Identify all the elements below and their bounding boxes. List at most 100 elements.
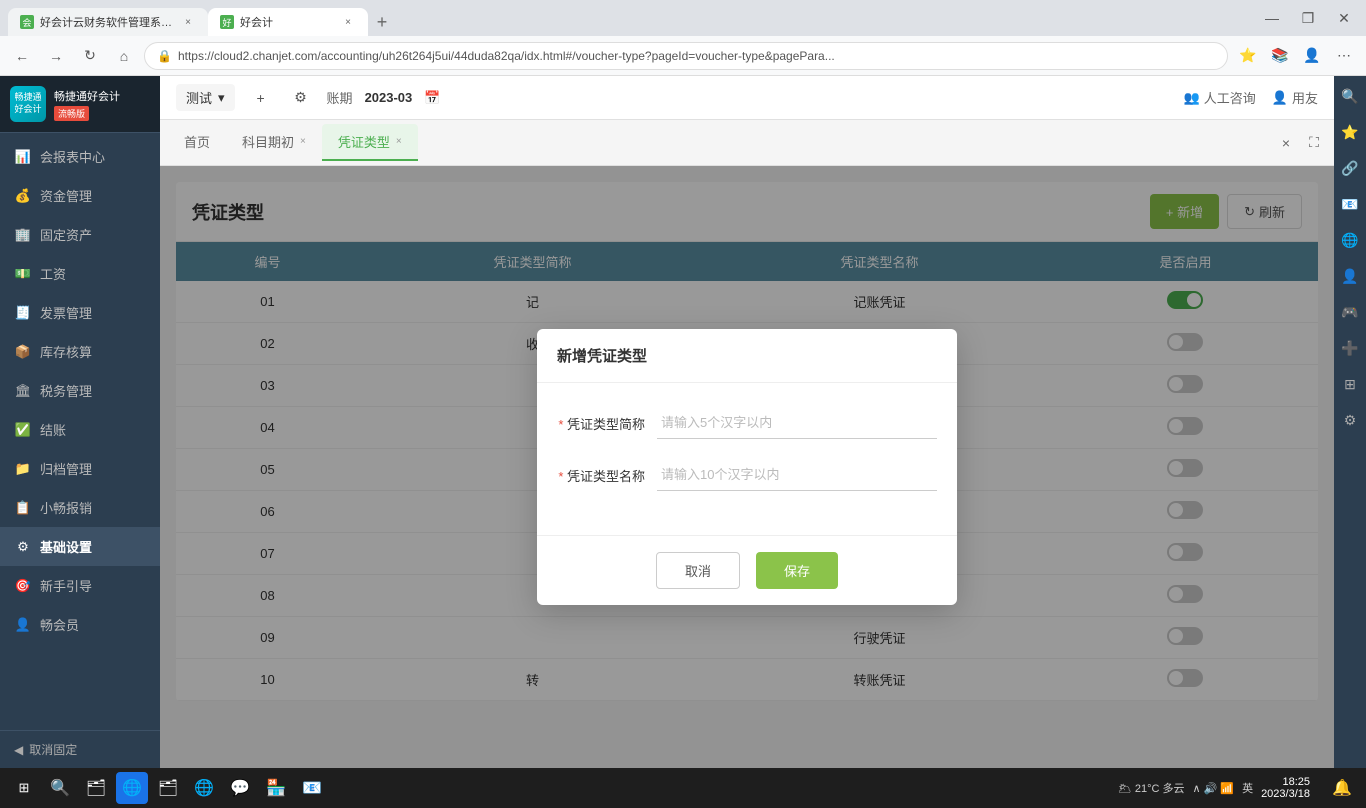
salary-icon: 💵 — [14, 265, 32, 283]
sidebar-item-report[interactable]: 📋 小畅报销 — [0, 488, 160, 527]
tab-close-1[interactable]: × — [180, 14, 196, 30]
taskbar-multitask[interactable]: 🗂 — [80, 772, 112, 804]
header-settings-icon[interactable]: ⚙ — [287, 84, 315, 112]
right-add-icon[interactable]: ➕ — [1338, 336, 1362, 360]
browser-tab-1[interactable]: 会 好会计云财务软件管理系统_会计 × — [8, 8, 208, 36]
tab-voucher-type[interactable]: 凭证类型 × — [322, 124, 418, 161]
bookmark-icon[interactable]: 📚 — [1266, 42, 1294, 70]
tab-close-2[interactable]: × — [340, 14, 356, 30]
new-tab-button[interactable]: + — [368, 8, 396, 36]
taskbar-notifications[interactable]: 🔔 — [1326, 772, 1358, 804]
close-button[interactable]: ✕ — [1330, 4, 1358, 32]
sidebar-item-guide[interactable]: 🎯 新手引导 — [0, 566, 160, 605]
dropdown-icon: ▾ — [218, 90, 225, 106]
name-label: 凭证类型名称 — [557, 466, 657, 485]
forward-button[interactable]: → — [42, 42, 70, 70]
extensions-icon[interactable]: ⭐ — [1234, 42, 1262, 70]
sidebar: 畅捷通好会计 畅捷通好会计 流畅版 📊 会报表中心 💰 资金管理 🏢 固定资产 … — [0, 76, 160, 768]
inventory-icon: 📦 — [14, 343, 32, 361]
right-browser-icon[interactable]: 🌐 — [1338, 228, 1362, 252]
right-panel: 🔍 ⭐ 🔗 📧 🌐 👤 🎮 ➕ ⊞ ⚙ — [1334, 76, 1366, 768]
taskbar-clock[interactable]: 18:25 2023/3/18 — [1261, 776, 1318, 800]
minimize-button[interactable]: — — [1258, 4, 1286, 32]
user-button[interactable]: 👤 用友 — [1272, 88, 1318, 107]
maximize-button[interactable]: ❐ — [1294, 4, 1322, 32]
add-company-button[interactable]: + — [247, 84, 275, 112]
tab-favicon-2: 好 — [220, 15, 234, 29]
right-search-icon[interactable]: 🔍 — [1338, 84, 1362, 108]
checkout-icon: ✅ — [14, 421, 32, 439]
short-input[interactable] — [657, 407, 937, 439]
right-game-icon[interactable]: 🎮 — [1338, 300, 1362, 324]
back-button[interactable]: ← — [8, 42, 36, 70]
guide-icon: 🎯 — [14, 577, 32, 595]
sidebar-item-assets[interactable]: 🏢 固定资产 — [0, 215, 160, 254]
invoices-icon: 🧾 — [14, 304, 32, 322]
sidebar-item-archive[interactable]: 📁 归档管理 — [0, 449, 160, 488]
start-button[interactable]: ⊞ — [8, 772, 40, 804]
taskbar-store[interactable]: 🏪 — [260, 772, 292, 804]
modal-overlay: 新增凭证类型 凭证类型简称 凭证类型名称 取消 — [160, 166, 1334, 768]
toolbar-actions: ⭐ 📚 👤 ⋯ — [1234, 42, 1358, 70]
address-bar[interactable]: 🔒 https://cloud2.chanjet.com/accounting/… — [144, 42, 1228, 70]
period-label: 账期 — [327, 88, 353, 107]
user-icon: 👤 — [1272, 90, 1288, 106]
modal-title: 新增凭证类型 — [557, 345, 647, 366]
main-content: 测试 ▾ + ⚙ 账期 2023-03 📅 👥 人工咨询 👤 用友 — [160, 76, 1334, 768]
right-link-icon[interactable]: 🔗 — [1338, 156, 1362, 180]
sidebar-item-member[interactable]: 👤 畅会员 — [0, 605, 160, 644]
right-grid-icon[interactable]: ⊞ — [1338, 372, 1362, 396]
form-row-short: 凭证类型简称 — [557, 407, 937, 439]
modal-header: 新增凭证类型 — [537, 329, 957, 383]
sidebar-item-salary[interactable]: 💵 工资 — [0, 254, 160, 293]
tab-subject-close[interactable]: × — [300, 136, 306, 147]
profile-icon[interactable]: 👤 — [1298, 42, 1326, 70]
menu-icon[interactable]: ⋯ — [1330, 42, 1358, 70]
tab-home[interactable]: 首页 — [168, 124, 226, 161]
taskbar-chrome[interactable]: 🌐 — [188, 772, 220, 804]
right-email-icon[interactable]: 📧 — [1338, 192, 1362, 216]
taskbar-edge[interactable]: 🌐 — [116, 772, 148, 804]
content-area: 凭证类型 + 新增 ↻ 刷新 编号 凭证类型简称 — [160, 166, 1334, 768]
sidebar-item-invoices[interactable]: 🧾 发票管理 — [0, 293, 160, 332]
taskbar-search[interactable]: 🔍 — [44, 772, 76, 804]
sidebar-item-reports[interactable]: 📊 会报表中心 — [0, 137, 160, 176]
consult-button[interactable]: 👥 人工咨询 — [1184, 88, 1256, 107]
tab-voucher-close[interactable]: × — [396, 136, 402, 147]
name-input[interactable] — [657, 459, 937, 491]
taskbar-explorer[interactable]: 🗂 — [152, 772, 184, 804]
sidebar-footer[interactable]: ◀ 取消固定 — [0, 730, 160, 768]
right-settings-icon[interactable]: ⚙ — [1338, 408, 1362, 432]
member-icon: 👤 — [14, 616, 32, 634]
right-star-icon[interactable]: ⭐ — [1338, 120, 1362, 144]
browser-tab-2[interactable]: 好 好会计 × — [208, 8, 368, 36]
browser-tabs: 会 好会计云财务软件管理系统_会计 × 好 好会计 × + — [8, 0, 396, 36]
archive-icon: 📁 — [14, 460, 32, 478]
sidebar-item-settings[interactable]: ⚙ 基础设置 — [0, 527, 160, 566]
save-button[interactable]: 保存 — [756, 552, 838, 589]
company-selector[interactable]: 测试 ▾ — [176, 84, 235, 111]
sidebar-item-tax[interactable]: 🏛 税务管理 — [0, 371, 160, 410]
calendar-icon[interactable]: 📅 — [424, 90, 440, 106]
sidebar-item-inventory[interactable]: 📦 库存核算 — [0, 332, 160, 371]
app-header: 测试 ▾ + ⚙ 账期 2023-03 📅 👥 人工咨询 👤 用友 — [160, 76, 1334, 120]
tab-subject[interactable]: 科目期初 × — [226, 124, 322, 161]
settings-icon: ⚙ — [14, 538, 32, 556]
cancel-button[interactable]: 取消 — [656, 552, 740, 589]
tab-title-2: 好会计 — [240, 14, 334, 30]
taskbar-mail[interactable]: 📧 — [296, 772, 328, 804]
home-button[interactable]: ⌂ — [110, 42, 138, 70]
taskbar-wechat[interactable]: 💬 — [224, 772, 256, 804]
sidebar-menu: 📊 会报表中心 💰 资金管理 🏢 固定资产 💵 工资 🧾 发票管理 📦 — [0, 133, 160, 730]
form-row-name: 凭证类型名称 — [557, 459, 937, 491]
tab-expand-btn[interactable]: ⛶ — [1302, 131, 1326, 155]
sidebar-item-checkout[interactable]: ✅ 结账 — [0, 410, 160, 449]
taskbar: ⊞ 🔍 🗂 🌐 🗂 🌐 💬 🏪 📧 🌥 21°C 多云 ∧ 🔊 📶 英 18:2… — [0, 768, 1366, 808]
tab-close-btn[interactable]: × — [1274, 131, 1298, 155]
company-name: 测试 — [186, 88, 212, 107]
right-user-icon[interactable]: 👤 — [1338, 264, 1362, 288]
new-voucher-modal: 新增凭证类型 凭证类型简称 凭证类型名称 取消 — [537, 329, 957, 605]
sidebar-item-funds[interactable]: 💰 资金管理 — [0, 176, 160, 215]
browser-chrome: 会 好会计云财务软件管理系统_会计 × 好 好会计 × + — ❐ ✕ — [0, 0, 1366, 36]
refresh-button[interactable]: ↻ — [76, 42, 104, 70]
